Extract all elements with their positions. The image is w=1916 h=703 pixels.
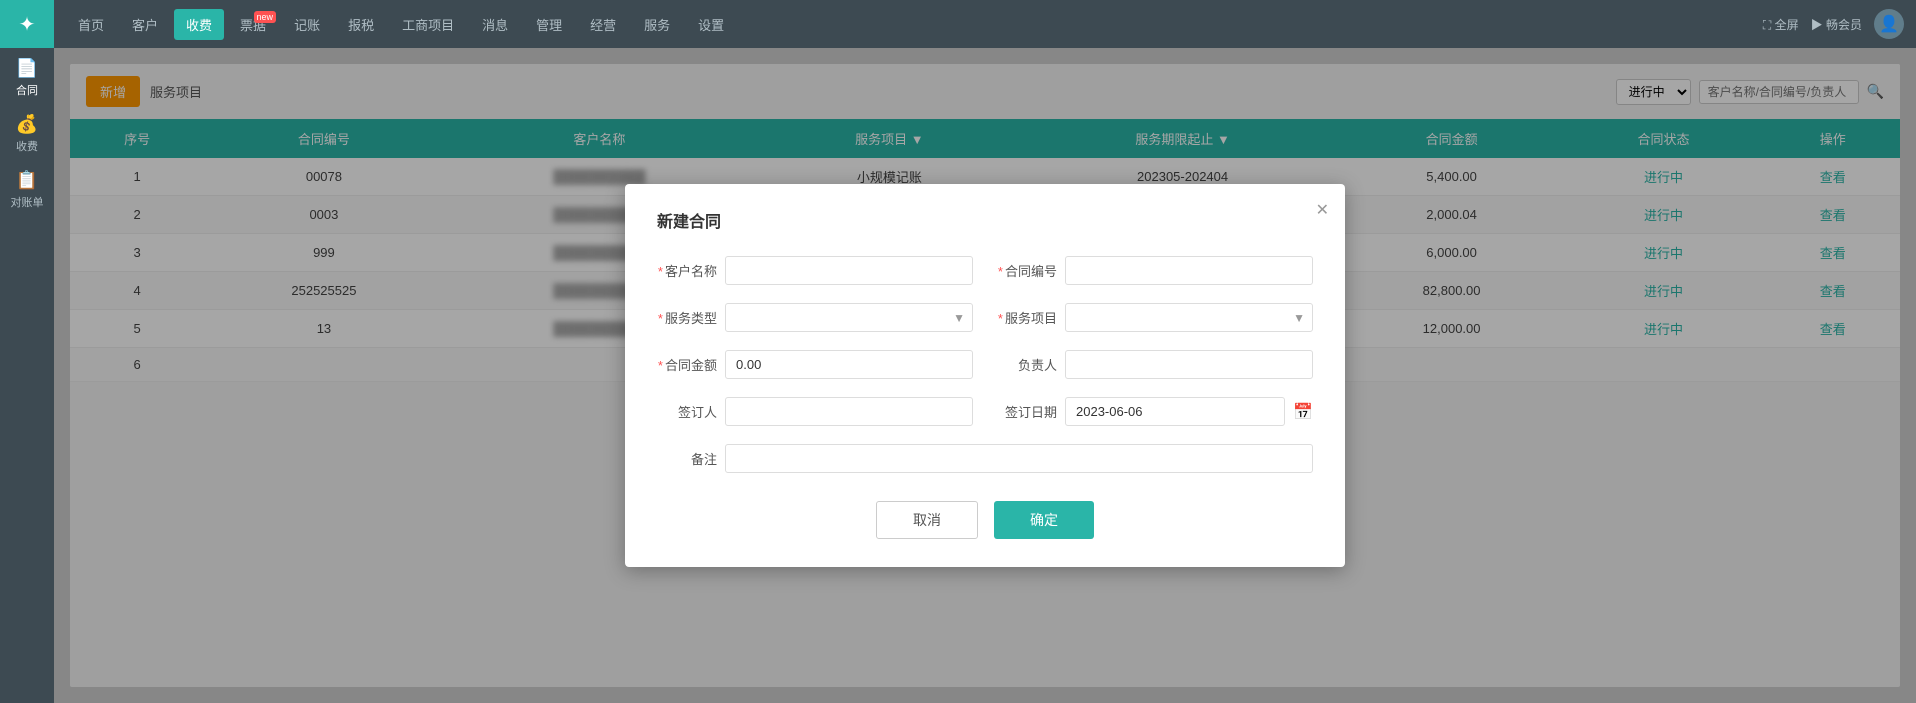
form-row-2: *服务类型 ▼ *服务项目 — [657, 303, 1313, 332]
modal-overlay: 新建合同 ✕ *客户名称 *合同编号 — [54, 48, 1916, 703]
responsible-label: 负责人 — [997, 355, 1057, 374]
responsible-input[interactable] — [1065, 350, 1313, 379]
form-row-1: *客户名称 *合同编号 — [657, 256, 1313, 285]
signer-field: 签订人 — [657, 397, 973, 426]
dialog: 新建合同 ✕ *客户名称 *合同编号 — [625, 184, 1345, 567]
service-item-field: *服务项目 ▼ — [997, 303, 1313, 332]
app-logo: ✦ — [0, 0, 54, 48]
service-item-label: *服务项目 — [997, 308, 1057, 327]
sign-date-input[interactable] — [1065, 397, 1285, 426]
nav-settings[interactable]: 设置 — [686, 9, 736, 40]
avatar[interactable]: 👤 — [1874, 9, 1904, 39]
contract-icon: 📄 — [16, 58, 38, 79]
amount-label: *合同金额 — [657, 355, 717, 374]
nav-invoice[interactable]: 收费 — [174, 9, 224, 40]
signer-input[interactable] — [725, 397, 973, 426]
nav-bookkeeping[interactable]: 记账 — [282, 9, 332, 40]
form-row-5: 备注 — [657, 444, 1313, 473]
confirm-button[interactable]: 确定 — [994, 501, 1094, 539]
sidebar-item-label: 合同 — [16, 82, 38, 98]
sidebar: ✦ 📄 合同 💰 收费 📋 对账单 — [0, 0, 54, 703]
customer-name-field: *客户名称 — [657, 256, 973, 285]
sidebar-item-statement[interactable]: 📋 对账单 — [0, 160, 54, 216]
topnav-right: ⛶ 全屏 ▶ 畅会员 👤 — [1763, 9, 1904, 39]
nav-message[interactable]: 消息 — [470, 9, 520, 40]
dialog-title: 新建合同 — [657, 208, 1313, 232]
form-row-4: 签订人 签订日期 📅 — [657, 397, 1313, 426]
service-type-label: *服务类型 — [657, 308, 717, 327]
billing-icon: 💰 — [16, 114, 38, 135]
amount-input[interactable] — [725, 350, 973, 379]
customer-name-input[interactable] — [725, 256, 973, 285]
sidebar-item-label: 收费 — [16, 138, 38, 154]
nav-ticket[interactable]: 票据 new — [228, 9, 278, 40]
service-type-field: *服务类型 ▼ — [657, 303, 973, 332]
topnav: 首页 客户 收费 票据 new 记账 报税 工商项目 消息 管理 经营 服务 设… — [54, 0, 1916, 48]
statement-icon: 📋 — [16, 170, 38, 191]
calendar-icon[interactable]: 📅 — [1293, 402, 1313, 422]
nav-operation[interactable]: 经营 — [578, 9, 628, 40]
cancel-button[interactable]: 取消 — [876, 501, 978, 539]
fullscreen-btn[interactable]: ⛶ 全屏 — [1763, 16, 1799, 33]
notes-field: 备注 — [657, 444, 1313, 473]
nav-home[interactable]: 首页 — [66, 9, 116, 40]
signer-label: 签订人 — [657, 402, 717, 421]
notes-input[interactable] — [725, 444, 1313, 473]
contract-no-input[interactable] — [1065, 256, 1313, 285]
member-btn[interactable]: ▶ 畅会员 — [1811, 16, 1862, 33]
responsible-field: 负责人 — [997, 350, 1313, 379]
service-item-select[interactable] — [1065, 303, 1313, 332]
notes-label: 备注 — [657, 449, 717, 468]
nav-customer[interactable]: 客户 — [120, 9, 170, 40]
customer-name-label: *客户名称 — [657, 261, 717, 280]
service-item-select-wrapper: ▼ — [1065, 303, 1313, 332]
sidebar-item-billing[interactable]: 💰 收费 — [0, 104, 54, 160]
main-container: 首页 客户 收费 票据 new 记账 报税 工商项目 消息 管理 经营 服务 设… — [54, 0, 1916, 703]
close-button[interactable]: ✕ — [1316, 200, 1329, 220]
new-badge: new — [254, 11, 277, 23]
sign-date-label: 签订日期 — [997, 402, 1057, 421]
nav-tax[interactable]: 报税 — [336, 9, 386, 40]
service-type-select[interactable] — [725, 303, 973, 332]
nav-service[interactable]: 服务 — [632, 9, 682, 40]
sidebar-item-contract[interactable]: 📄 合同 — [0, 48, 54, 104]
sidebar-item-label: 对账单 — [11, 194, 44, 210]
amount-field: *合同金额 — [657, 350, 973, 379]
nav-manage[interactable]: 管理 — [524, 9, 574, 40]
form-row-3: *合同金额 负责人 — [657, 350, 1313, 379]
dialog-footer: 取消 确定 — [657, 501, 1313, 539]
sign-date-field: 签订日期 📅 — [997, 397, 1313, 426]
contract-no-label: *合同编号 — [997, 261, 1057, 280]
service-type-select-wrapper: ▼ — [725, 303, 973, 332]
content: 新增 服务项目 进行中 已完成 已终止 🔍 序号 — [54, 48, 1916, 703]
contract-no-field: *合同编号 — [997, 256, 1313, 285]
nav-bizproject[interactable]: 工商项目 — [390, 9, 466, 40]
